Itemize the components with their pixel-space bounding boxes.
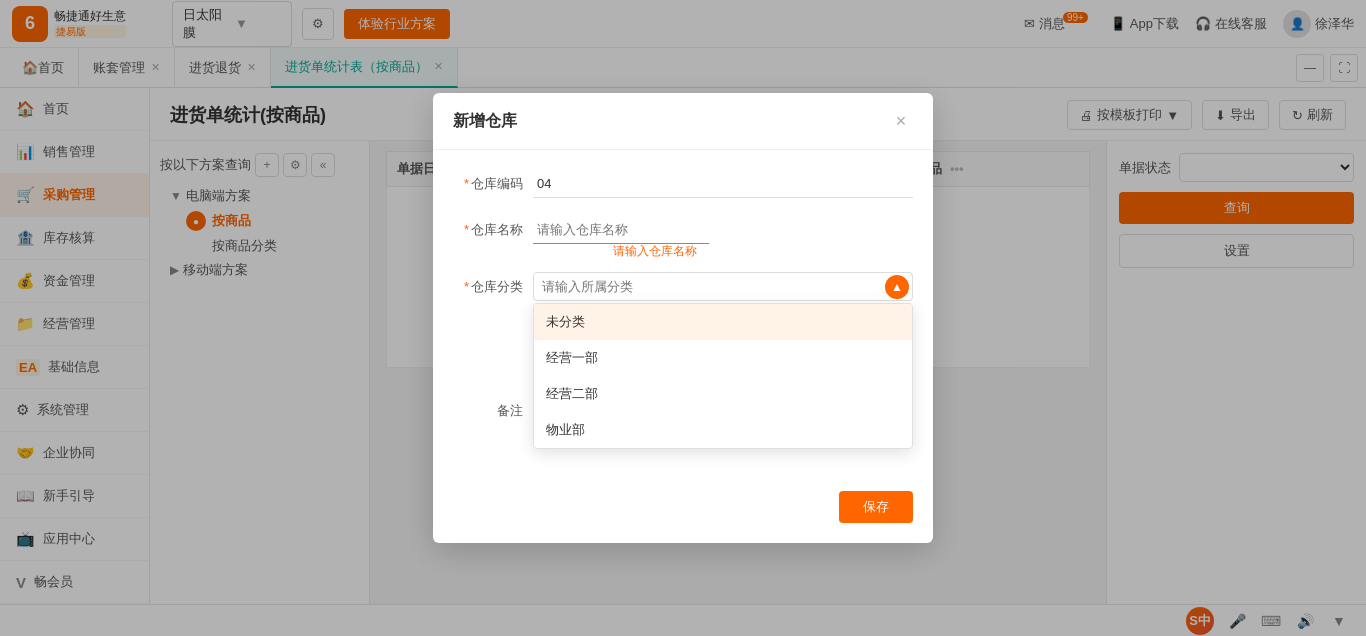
dropdown-item-dept3[interactable]: 物业部 <box>534 412 912 448</box>
modal-close-button[interactable]: × <box>889 109 913 133</box>
modal-new-warehouse: 新增仓库 × 仓库编码 仓库名称 请输入仓库名称 仓库分类 <box>433 93 933 543</box>
modal-body: 仓库编码 仓库名称 请输入仓库名称 仓库分类 ▲ 未分类 <box>433 150 933 479</box>
notes-label: 备注 <box>453 402 533 420</box>
dropdown-item-dept1[interactable]: 经营一部 <box>534 340 912 376</box>
category-arrow-button[interactable]: ▲ <box>885 275 909 299</box>
save-button[interactable]: 保存 <box>839 491 913 523</box>
category-input[interactable] <box>533 272 913 301</box>
dropdown-item-uncategorized[interactable]: 未分类 <box>534 304 912 340</box>
code-input[interactable] <box>533 170 913 198</box>
name-input-wrapper: 请输入仓库名称 <box>533 216 913 244</box>
category-label: 仓库分类 <box>453 278 533 296</box>
category-dropdown: 未分类 经营一部 经营二部 物业部 <box>533 303 913 449</box>
code-label: 仓库编码 <box>453 175 533 193</box>
form-row-category: 仓库分类 ▲ 未分类 经营一部 经营二部 物业部 <box>453 272 913 301</box>
name-label: 仓库名称 <box>453 221 533 239</box>
name-error-msg: 请输入仓库名称 <box>613 243 697 260</box>
modal-header: 新增仓库 × <box>433 93 933 150</box>
form-row-code: 仓库编码 <box>453 170 913 198</box>
name-input[interactable] <box>533 216 709 244</box>
dropdown-item-dept2[interactable]: 经营二部 <box>534 376 912 412</box>
modal-overlay[interactable]: 新增仓库 × 仓库编码 仓库名称 请输入仓库名称 仓库分类 <box>0 0 1366 636</box>
category-select-wrapper: ▲ 未分类 经营一部 经营二部 物业部 <box>533 272 913 301</box>
modal-footer: 保存 <box>433 479 933 543</box>
form-row-name: 仓库名称 请输入仓库名称 <box>453 216 913 244</box>
modal-title: 新增仓库 <box>453 111 517 132</box>
